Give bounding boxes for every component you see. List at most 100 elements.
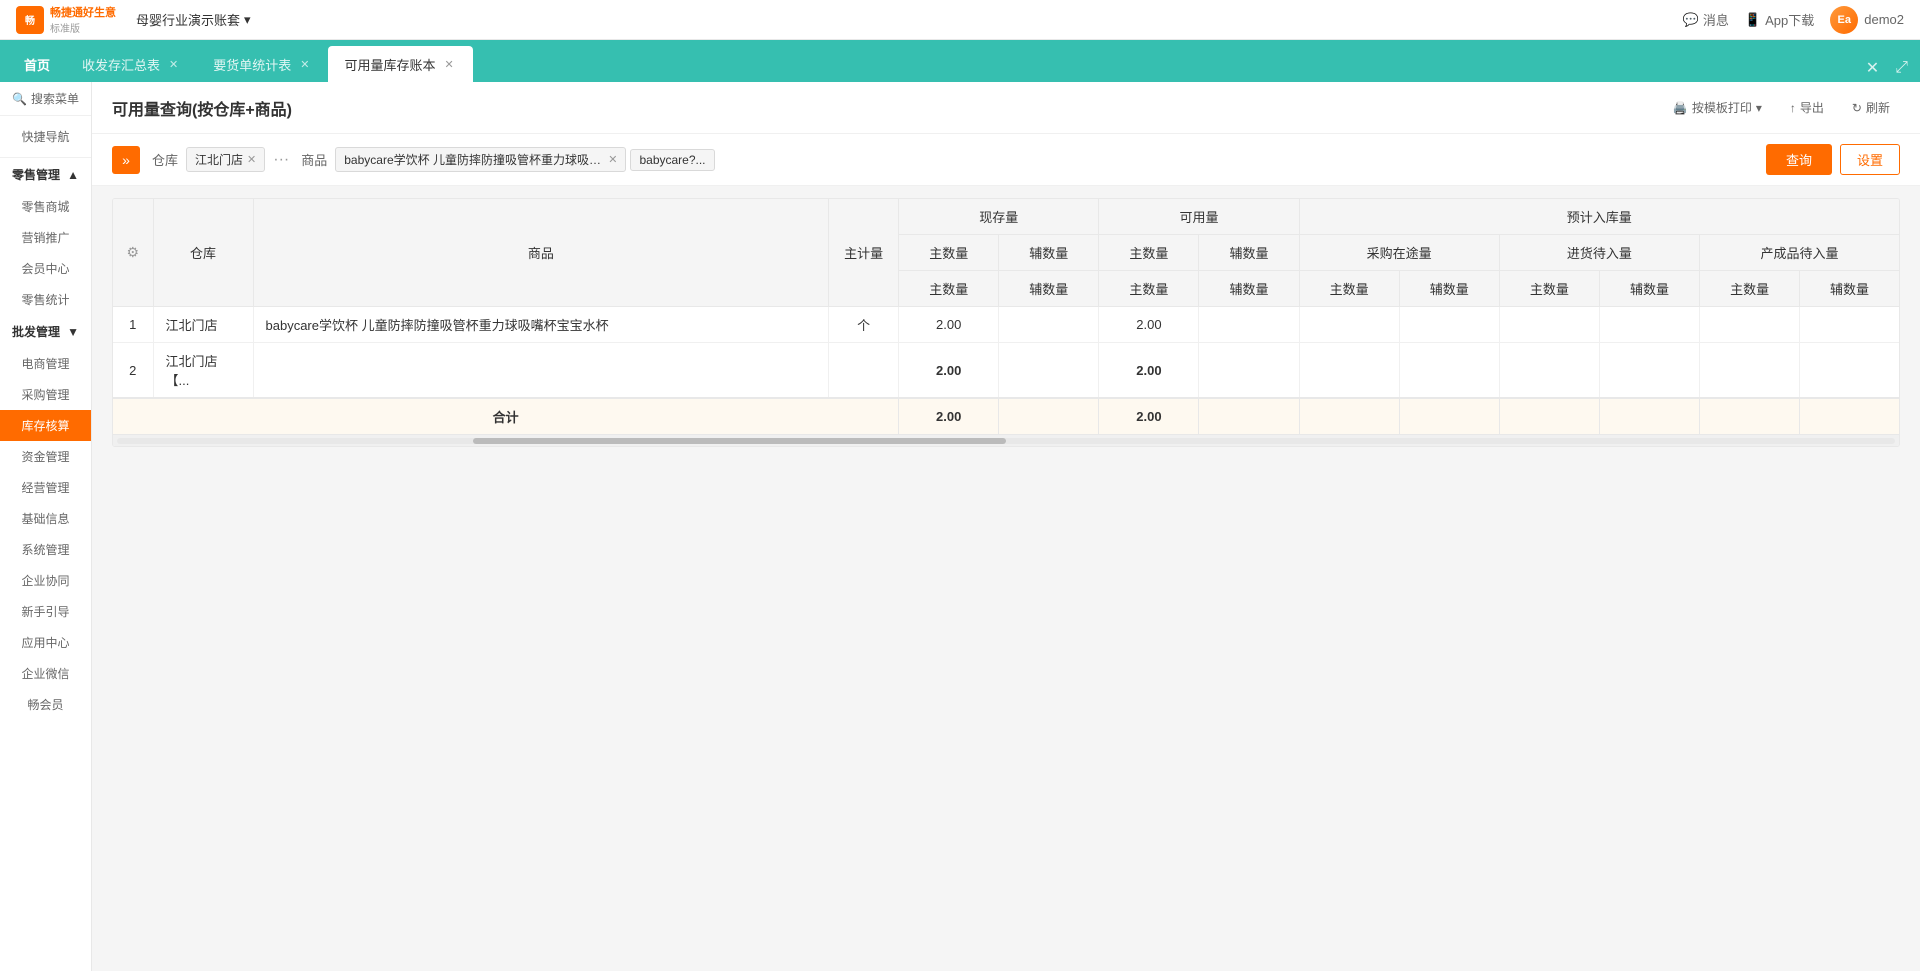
footer-avail-main: 2.00	[1099, 398, 1199, 434]
user-name: demo2	[1864, 12, 1904, 27]
header-right: 💬 消息 📱 App下载 Ea demo2	[1683, 6, 1904, 34]
th-available: 可用量	[1099, 199, 1299, 235]
td-pur-aux	[1399, 307, 1499, 343]
sidebar-header-wholesale[interactable]: 批发管理 ▼	[0, 315, 91, 348]
sidebar: 🔍 搜索菜单 快捷导航 零售管理 ▲ 零售商城 营销推广 会员中心 零售统计 批…	[0, 82, 92, 971]
scrollbar-thumb[interactable]	[473, 438, 1006, 444]
th-gear[interactable]: ⚙	[113, 199, 153, 307]
top-header: 畅 畅捷通好生意 标准版 母婴行业演示账套 ▾ 💬 消息 📱 App下载 Ea …	[0, 0, 1920, 40]
warehouse-more[interactable]: ···	[273, 151, 289, 169]
th-current-stock: 现存量	[899, 199, 1099, 235]
refresh-button[interactable]: ↻ 刷新	[1842, 94, 1900, 121]
td-warehouse: 江北门店	[153, 307, 253, 343]
search-icon: 🔍	[12, 92, 27, 106]
sidebar-item-newbie[interactable]: 新手引导	[0, 596, 91, 627]
download-icon: 📱	[1745, 12, 1761, 28]
warehouse-label: 仓库	[152, 150, 178, 169]
sidebar-search[interactable]: 🔍 搜索菜单	[0, 82, 91, 116]
nav-tabs: 首页 收发存汇总表 ✕ 要货单统计表 ✕ 可用量库存账本 ✕ ✕ ⤢	[0, 40, 1920, 82]
maximize-icon[interactable]: ⤢	[1891, 55, 1912, 81]
footer-prod-main	[1700, 398, 1800, 434]
sidebar-item-enterprise[interactable]: 企业协同	[0, 565, 91, 596]
sidebar-item-purchase[interactable]: 采购管理	[0, 379, 91, 410]
td-prod-aux	[1800, 307, 1899, 343]
user-menu[interactable]: Ea demo2	[1830, 6, 1904, 34]
th-product: 商品	[253, 199, 829, 307]
sidebar-header-retail[interactable]: 零售管理 ▲	[0, 158, 91, 191]
footer-arr-main	[1499, 398, 1599, 434]
remove-warehouse-tag[interactable]: ✕	[247, 153, 256, 166]
sidebar-section-retail: 零售管理 ▲ 零售商城 营销推广 会员中心 零售统计	[0, 158, 91, 315]
filter-toggle[interactable]: »	[112, 146, 140, 174]
brand-name: 畅捷通好生意 标准版	[50, 4, 116, 35]
td-avail-aux	[1199, 307, 1299, 343]
sidebar-item-retail-store[interactable]: 零售商城	[0, 191, 91, 222]
scrollbar-area[interactable]	[113, 434, 1899, 446]
td-arr-aux	[1599, 307, 1699, 343]
sidebar-item-system[interactable]: 系统管理	[0, 534, 91, 565]
footer-pur-aux	[1399, 398, 1499, 434]
sidebar-item-wechat-work[interactable]: 企业微信	[0, 658, 91, 689]
th-incoming: 预计入库量	[1299, 199, 1899, 235]
product-tags: babycare学饮杯 儿童防摔防撞吸管杯重力球吸嘴杯宝宝水杯 ✕ babyca…	[335, 147, 714, 172]
td-unit: 个	[829, 307, 899, 343]
th-arr-aux: 辅数量	[1599, 271, 1699, 307]
main-layout: 🔍 搜索菜单 快捷导航 零售管理 ▲ 零售商城 营销推广 会员中心 零售统计 批…	[0, 82, 1920, 971]
close-tab-order-stats[interactable]: ✕	[297, 57, 312, 72]
sidebar-item-operations[interactable]: 经营管理	[0, 472, 91, 503]
sidebar-item-retail-stats[interactable]: 零售统计	[0, 284, 91, 315]
scrollbar-track	[117, 438, 1895, 444]
query-button[interactable]: 查询	[1766, 144, 1832, 175]
close-all-icon[interactable]: ✕	[1862, 54, 1883, 82]
td-product2	[253, 343, 829, 399]
th-arr-main: 主数量	[1499, 271, 1599, 307]
sidebar-item-ecommerce[interactable]: 电商管理	[0, 348, 91, 379]
sidebar-item-vip[interactable]: 畅会员	[0, 689, 91, 720]
th-cs-aux: 辅数量	[999, 271, 1099, 307]
th-pur-aux: 辅数量	[1399, 271, 1499, 307]
footer-pur-main	[1299, 398, 1399, 434]
gear-icon[interactable]: ⚙	[126, 244, 139, 260]
td-pur-main	[1299, 307, 1399, 343]
sidebar-item-members[interactable]: 会员中心	[0, 253, 91, 284]
filter-bar: » 仓库 江北门店 ✕ ··· 商品 babycare学饮杯 儿童防摔防撞吸管杯…	[92, 134, 1920, 186]
td-avail-main: 2.00	[1099, 307, 1199, 343]
export-icon: ↑	[1790, 101, 1796, 115]
sidebar-item-marketing[interactable]: 营销推广	[0, 222, 91, 253]
th-prod-aux: 辅数量	[1800, 271, 1899, 307]
footer-label: 合计	[113, 398, 899, 434]
th-av-main2: 主数量	[1099, 271, 1199, 307]
sidebar-item-finance[interactable]: 资金管理	[0, 441, 91, 472]
nav-tab-actions: ✕ ⤢	[1862, 54, 1920, 82]
sidebar-item-basic[interactable]: 基础信息	[0, 503, 91, 534]
remove-product-tag-1[interactable]: ✕	[608, 153, 617, 166]
td-pur-main2	[1299, 343, 1399, 399]
close-tab-available[interactable]: ✕	[442, 57, 457, 72]
close-tab-receipt[interactable]: ✕	[166, 57, 181, 72]
product-filter: 商品 babycare学饮杯 儿童防摔防撞吸管杯重力球吸嘴杯宝宝水杯 ✕ bab…	[301, 147, 714, 172]
page-title: 可用量查询(按仓库+商品)	[112, 96, 292, 120]
tab-available-stock[interactable]: 可用量库存账本 ✕	[328, 46, 472, 82]
print-button[interactable]: 🖨️ 按模板打印 ▾	[1663, 94, 1772, 121]
td-prod-aux2	[1800, 343, 1899, 399]
tab-receipt-summary[interactable]: 收发存汇总表 ✕	[66, 46, 197, 82]
sidebar-item-inventory[interactable]: 库存核算	[0, 410, 91, 441]
export-button[interactable]: ↑ 导出	[1780, 94, 1834, 121]
tab-home[interactable]: 首页	[8, 46, 66, 82]
td-arr-main2	[1499, 343, 1599, 399]
td-prod-main	[1700, 307, 1800, 343]
settings-button[interactable]: 设置	[1840, 144, 1900, 175]
chevron-down-icon-print: ▾	[1756, 101, 1762, 115]
th-production-pending: 产成品待入量	[1700, 235, 1899, 271]
industry-selector[interactable]: 母婴行业演示账套 ▾	[128, 6, 259, 33]
tab-order-stats[interactable]: 要货单统计表 ✕	[197, 46, 328, 82]
td-arr-main	[1499, 307, 1599, 343]
sidebar-item-app-center[interactable]: 应用中心	[0, 627, 91, 658]
app-download-action[interactable]: 📱 App下载	[1745, 10, 1814, 29]
chevron-down-icon: ▾	[244, 12, 251, 28]
th-pur-main: 主数量	[1299, 271, 1399, 307]
message-action[interactable]: 💬 消息	[1683, 10, 1729, 29]
td-prod-main2	[1700, 343, 1800, 399]
filter-actions: 查询 设置	[1766, 144, 1900, 175]
sidebar-item-quicknav[interactable]: 快捷导航	[0, 120, 91, 153]
